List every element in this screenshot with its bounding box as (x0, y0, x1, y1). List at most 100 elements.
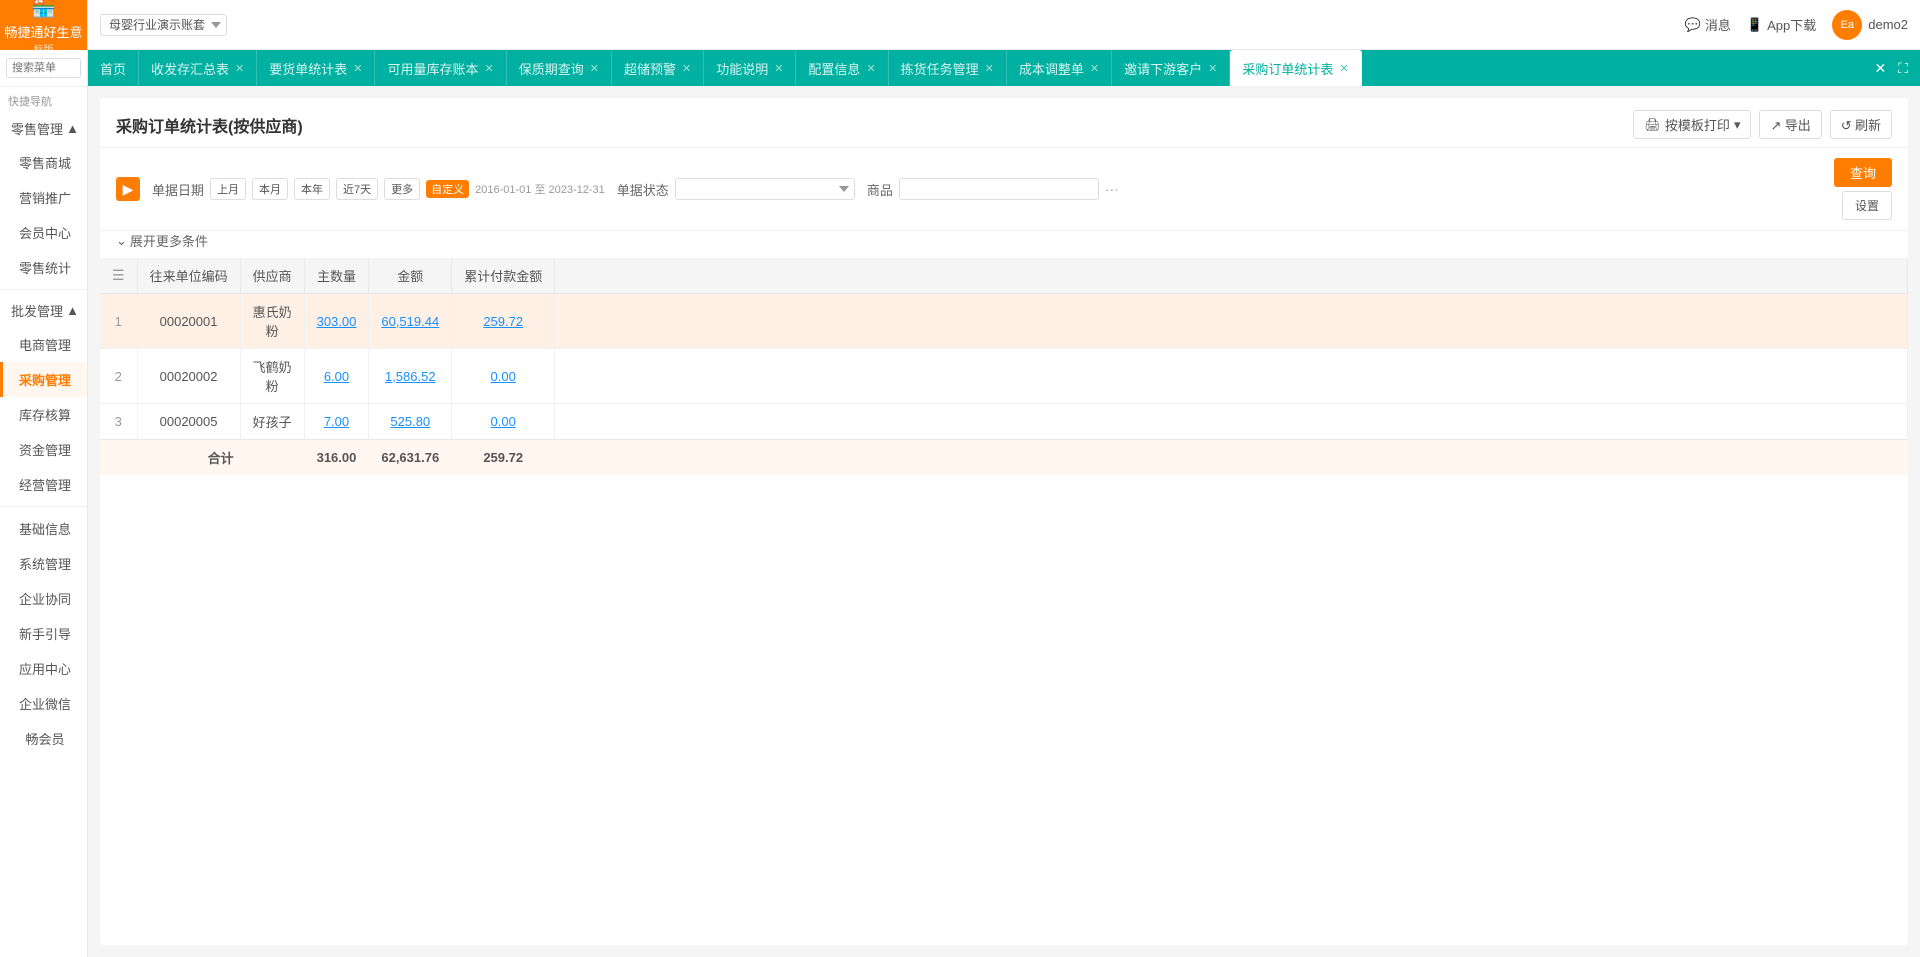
tab-close-config-info[interactable]: ✕ (866, 62, 875, 75)
export-btn[interactable]: ↗ 导出 (1759, 110, 1821, 139)
app-download-label: App下载 (1767, 15, 1816, 34)
filter-expand-row: ⌄ 展开更多条件 (100, 231, 1908, 258)
tab-function-desc[interactable]: 功能说明 ✕ (704, 50, 796, 86)
tab-cost-adjust[interactable]: 成本调整单 ✕ (1007, 50, 1112, 86)
content-area: 采购订单统计表(按供应商) 🖨 按模板打印 ▾ ↗ 导出 ↺ 刷新 (88, 86, 1920, 957)
date-shortcut-this-year[interactable]: 本年 (294, 178, 330, 200)
tab-warranty[interactable]: 保质期查询 ✕ (507, 50, 612, 86)
col-qty: 主数量 (304, 258, 369, 294)
footer-label: 合计 (137, 440, 304, 476)
sidebar-item-basic-info[interactable]: 基础信息 (0, 511, 87, 546)
tab-pick-task[interactable]: 拣货任务管理 ✕ (889, 50, 1007, 86)
app-download-btn[interactable]: 📱 App下载 (1747, 15, 1816, 34)
sidebar-item-ecommerce[interactable]: 电商管理 (0, 327, 87, 362)
table-row[interactable]: 2 00020002 飞鹤奶粉 6.00 1,586.52 0.00 (100, 349, 1908, 404)
goods-filter-input[interactable] (899, 178, 1099, 200)
workspace-selector[interactable]: 母婴行业演示账套 (100, 14, 227, 36)
row-code: 00020002 (137, 349, 240, 404)
date-shortcut-more[interactable]: 更多 (384, 178, 420, 200)
message-btn[interactable]: 💬 消息 (1685, 15, 1731, 34)
top-bar-left: 母婴行业演示账套 (100, 14, 227, 36)
table-row[interactable]: 1 00020001 惠氏奶粉 303.00 60,519.44 259.72 (100, 294, 1908, 349)
row-qty[interactable]: 6.00 (304, 349, 369, 404)
date-shortcut-this-month[interactable]: 本月 (252, 178, 288, 200)
chevron-icon-2: ▲ (66, 303, 79, 318)
sidebar-item-enterprise-wechat[interactable]: 企业微信 (0, 686, 87, 721)
col-extra (555, 258, 1908, 294)
row-amount[interactable]: 1,586.52 (369, 349, 452, 404)
tab-home[interactable]: 首页 (88, 50, 139, 86)
sidebar-item-retail-manage[interactable]: 零售管理 ▲ (0, 112, 87, 145)
main-area: 母婴行业演示账套 💬 消息 📱 App下载 Ea demo2 首页 收发存汇总表… (88, 0, 1920, 957)
tab-purchase-stats[interactable]: 采购订单统计表 ✕ (1230, 50, 1361, 86)
row-paid[interactable]: 0.00 (452, 404, 555, 440)
date-shortcut-7days[interactable]: 近7天 (336, 178, 378, 200)
print-icon: 🖨 (1644, 117, 1661, 133)
filter-toggle-btn[interactable]: ▶ (116, 177, 140, 201)
col-amount: 金额 (369, 258, 452, 294)
tab-close-invite-downstream[interactable]: ✕ (1208, 62, 1217, 75)
tab-receive-send-label: 收发存汇总表 (151, 59, 229, 78)
row-qty[interactable]: 303.00 (304, 294, 369, 349)
expand-more-btn[interactable]: ⌄ 展开更多条件 (116, 231, 208, 250)
status-filter-select[interactable] (675, 178, 855, 200)
sidebar-item-inventory[interactable]: 库存核算 (0, 397, 87, 432)
sidebar-item-finance[interactable]: 资金管理 (0, 432, 87, 467)
sidebar-item-app-center[interactable]: 应用中心 (0, 651, 87, 686)
tab-receive-send[interactable]: 收发存汇总表 ✕ (139, 50, 257, 86)
sidebar-item-marketing[interactable]: 营销推广 (0, 180, 87, 215)
row-paid[interactable]: 0.00 (452, 349, 555, 404)
footer-amount: 62,631.76 (369, 440, 452, 476)
sidebar-item-retail-mall[interactable]: 零售商城 (0, 145, 87, 180)
dropdown-arrow-icon: ▾ (1734, 117, 1741, 133)
tab-warranty-label: 保质期查询 (519, 59, 584, 78)
footer-empty (100, 440, 137, 476)
sidebar-item-member[interactable]: 畅会员 (0, 721, 87, 756)
sidebar-item-retail-stats[interactable]: 零售统计 (0, 250, 87, 285)
tab-close-all-btn[interactable]: ✕ (1870, 58, 1890, 79)
sidebar-search-area (0, 50, 87, 87)
table-footer-row: 合计 316.00 62,631.76 259.72 (100, 440, 1908, 476)
refresh-icon: ↺ (1841, 118, 1852, 133)
sidebar-item-wholesale[interactable]: 批发管理 ▲ (0, 294, 87, 327)
query-btn[interactable]: 查询 (1834, 158, 1892, 187)
sidebar-item-system[interactable]: 系统管理 (0, 546, 87, 581)
tab-order-stats[interactable]: 要货单统计表 ✕ (257, 50, 375, 86)
goods-filter-more-dots[interactable]: ··· (1105, 181, 1119, 197)
footer-extra (555, 440, 1908, 476)
date-shortcut-last-month[interactable]: 上月 (210, 178, 246, 200)
search-input[interactable] (6, 58, 81, 78)
row-amount[interactable]: 525.80 (369, 404, 452, 440)
tab-close-order-stats[interactable]: ✕ (353, 62, 362, 75)
row-qty[interactable]: 7.00 (304, 404, 369, 440)
tab-close-warranty[interactable]: ✕ (590, 62, 599, 75)
sidebar-item-member-center[interactable]: 会员中心 (0, 215, 87, 250)
col-settings-icon[interactable]: ☰ (112, 267, 125, 283)
sidebar-item-new-guide[interactable]: 新手引导 (0, 616, 87, 651)
tab-config-info[interactable]: 配置信息 ✕ (796, 50, 888, 86)
user-info[interactable]: Ea demo2 (1832, 10, 1908, 40)
tab-close-function-desc[interactable]: ✕ (774, 62, 783, 75)
tab-close-pick-task[interactable]: ✕ (985, 62, 994, 75)
refresh-btn[interactable]: ↺ 刷新 (1830, 110, 1892, 139)
tab-available-stock[interactable]: 可用量库存账本 ✕ (375, 50, 506, 86)
col-settings[interactable]: ☰ (100, 258, 137, 294)
tab-close-available-stock[interactable]: ✕ (485, 62, 494, 75)
tab-invite-downstream[interactable]: 邀请下游客户 ✕ (1112, 50, 1230, 86)
sidebar-item-enterprise-collab[interactable]: 企业协同 (0, 581, 87, 616)
tab-overstock[interactable]: 超储预警 ✕ (612, 50, 704, 86)
tab-maximize-btn[interactable]: ⛶ (1894, 58, 1912, 79)
settings-btn[interactable]: 设置 (1842, 191, 1892, 220)
tab-close-receive-send[interactable]: ✕ (235, 62, 244, 75)
tab-close-cost-adjust[interactable]: ✕ (1090, 62, 1099, 75)
sidebar-item-operations[interactable]: 经营管理 (0, 467, 87, 502)
row-extra (555, 404, 1908, 440)
tab-close-overstock[interactable]: ✕ (682, 62, 691, 75)
table-row[interactable]: 3 00020005 好孩子 7.00 525.80 0.00 (100, 404, 1908, 440)
sidebar-item-purchase[interactable]: 采购管理 (0, 362, 87, 397)
template-print-btn[interactable]: 🖨 按模板打印 ▾ (1633, 110, 1751, 139)
logo-icon: 🏪 (31, 0, 56, 20)
row-amount[interactable]: 60,519.44 (369, 294, 452, 349)
row-paid[interactable]: 259.72 (452, 294, 555, 349)
tab-close-purchase-stats[interactable]: ✕ (1339, 62, 1348, 75)
